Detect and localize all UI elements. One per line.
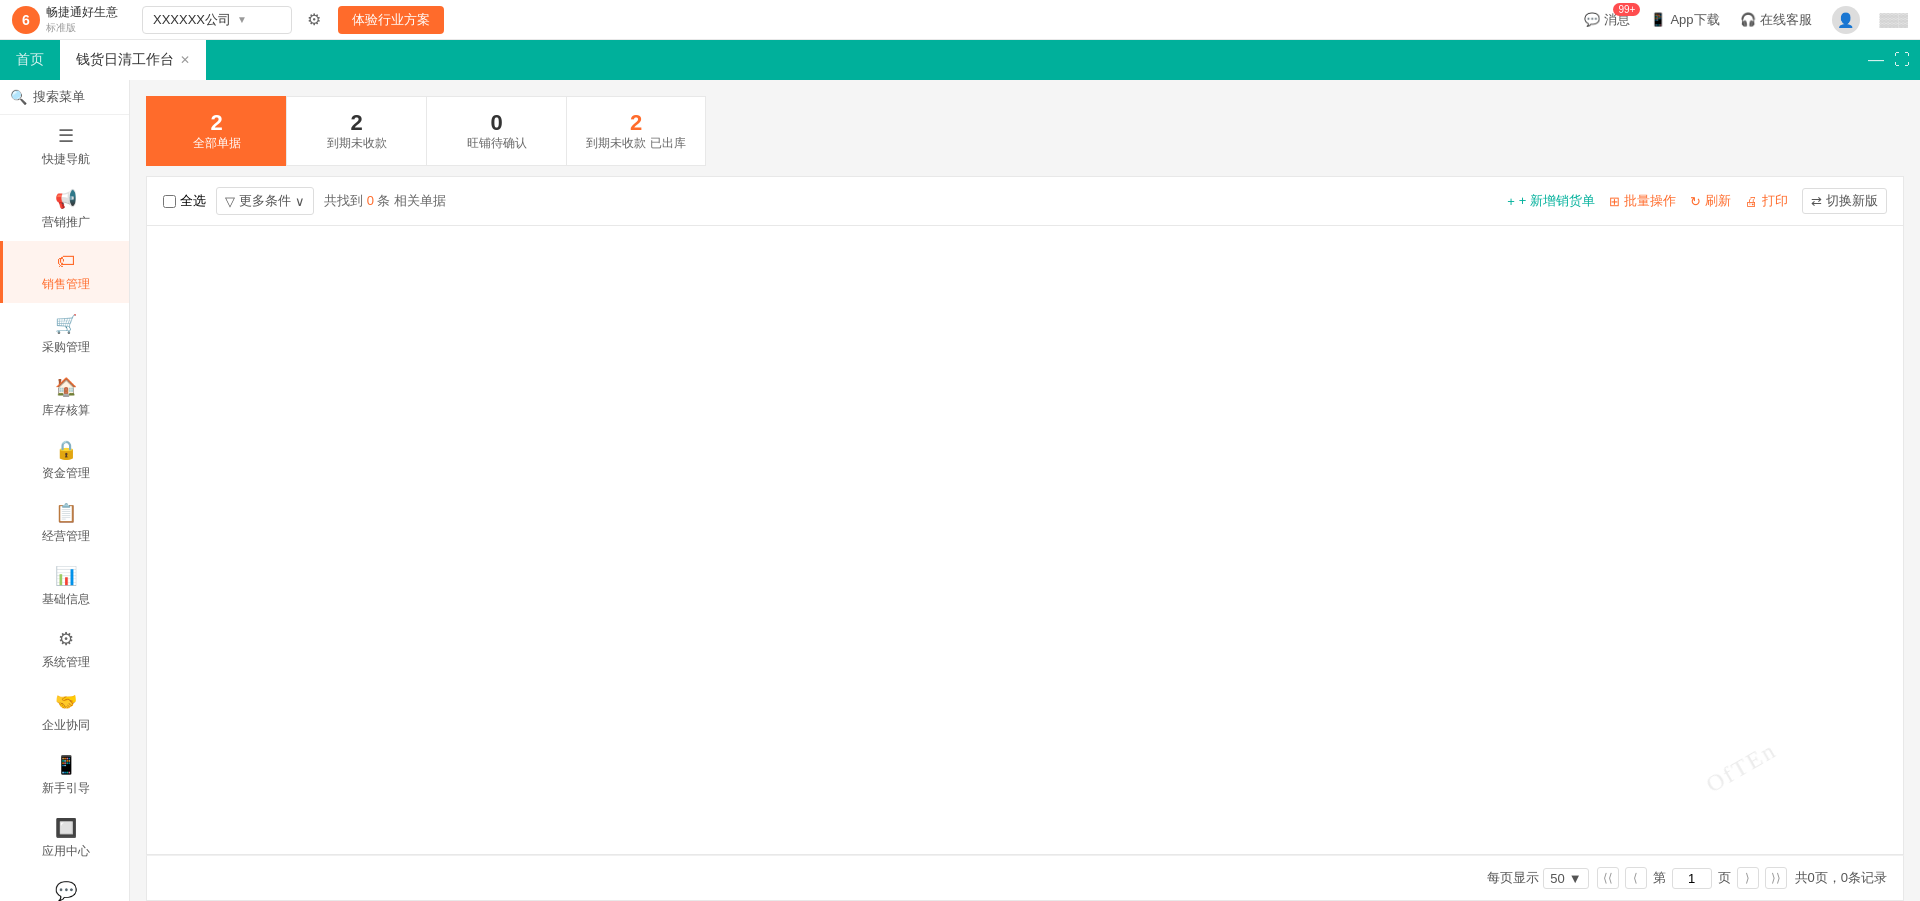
new-order-button[interactable]: + + 新增销货单	[1507, 192, 1595, 210]
avatar[interactable]: 👤	[1832, 6, 1860, 34]
base-icon: 📊	[55, 565, 77, 587]
user-icon: 👤	[1837, 12, 1854, 28]
sidebar: 🔍 搜索菜单 ☰ 快捷导航 📢 营销推广 🏷 销售管理 🛒 采购管理 🏠 库存核…	[0, 80, 130, 901]
refresh-icon: ↻	[1690, 194, 1701, 209]
page-size-dropdown[interactable]: 50 ▼	[1543, 868, 1588, 889]
next-page-button[interactable]: ⟩	[1737, 867, 1759, 889]
batch-operation-button[interactable]: ⊞ 批量操作	[1609, 192, 1676, 210]
logo-text: 畅捷通好生意 标准版	[46, 5, 118, 34]
select-all-checkbox[interactable]: 全选	[163, 192, 206, 210]
card-all-orders[interactable]: 2 全部单据	[146, 96, 286, 166]
company-selector[interactable]: XXXXXX公司 ▼	[142, 6, 292, 34]
messages-button[interactable]: 💬 消息 99+	[1584, 11, 1630, 29]
found-text: 共找到 0 条 相关单据	[324, 192, 446, 210]
top-header: 6 畅捷通好生意 标准版 XXXXXX公司 ▼ ⚙ 体验行业方案 💬 消息 99…	[0, 0, 1920, 40]
plus-icon: +	[1507, 194, 1515, 209]
tab-home[interactable]: 首页	[0, 40, 60, 80]
page-number-input[interactable]	[1672, 868, 1712, 889]
sales-icon: 🏷	[57, 251, 75, 272]
marketing-icon: 📢	[55, 188, 77, 210]
card-overdue-payment[interactable]: 2 到期未收款	[286, 96, 426, 166]
sidebar-item-wechat[interactable]: 💬 企业微信	[0, 870, 129, 901]
first-page-button[interactable]: ⟨⟨	[1597, 867, 1619, 889]
sidebar-item-operations[interactable]: 📋 经营管理	[0, 492, 129, 555]
card-overdue-shipped[interactable]: 2 到期未收款 已出库	[566, 96, 706, 166]
sidebar-item-marketing[interactable]: 📢 营销推广	[0, 178, 129, 241]
sidebar-item-base[interactable]: 📊 基础信息	[0, 555, 129, 618]
page-size-arrow-icon: ▼	[1569, 871, 1582, 886]
inventory-icon: 🏠	[55, 376, 77, 398]
try-industry-button[interactable]: 体验行业方案	[338, 6, 444, 34]
logo-area: 6 畅捷通好生意 标准版	[12, 5, 142, 34]
main-layout: 🔍 搜索菜单 ☰ 快捷导航 📢 营销推广 🏷 销售管理 🛒 采购管理 🏠 库存核…	[0, 80, 1920, 901]
page-size-selector: 每页显示 50 ▼	[1487, 868, 1588, 889]
sidebar-item-purchase[interactable]: 🛒 采购管理	[0, 303, 129, 366]
maximize-icon[interactable]: ⛶	[1894, 51, 1910, 69]
batch-icon: ⊞	[1609, 194, 1620, 209]
sidebar-item-inventory[interactable]: 🏠 库存核算	[0, 366, 129, 429]
sidebar-item-guide[interactable]: 📱 新手引导	[0, 744, 129, 807]
sidebar-item-system[interactable]: ⚙ 系统管理	[0, 618, 129, 681]
select-all-input[interactable]	[163, 195, 176, 208]
cooperation-icon: 🤝	[55, 691, 77, 713]
settings-button[interactable]: ⚙	[300, 6, 328, 34]
sidebar-item-cooperation[interactable]: 🤝 企业协同	[0, 681, 129, 744]
prev-page-button[interactable]: ⟨	[1625, 867, 1647, 889]
summary-cards: 2 全部单据 2 到期未收款 0 旺铺待确认 2 到期未收款 已出库	[130, 80, 1920, 166]
apps-icon: 🔲	[55, 817, 77, 839]
toolbar: 全选 ▽ 更多条件 ∨ 共找到 0 条 相关单据 + + 新增销货单	[146, 176, 1904, 226]
card-pending-confirm[interactable]: 0 旺铺待确认	[426, 96, 566, 166]
operations-icon: 📋	[55, 502, 77, 524]
search-icon: 🔍	[10, 89, 27, 105]
sidebar-item-apps[interactable]: 🔲 应用中心	[0, 807, 129, 870]
close-tab-icon[interactable]: ✕	[180, 53, 190, 67]
sidebar-item-quick-nav[interactable]: ☰ 快捷导航	[0, 115, 129, 178]
total-records-text: 共0页，0条记录	[1795, 869, 1887, 887]
filter-icon: ▽	[225, 194, 235, 209]
messages-badge: 99+	[1613, 3, 1640, 16]
wechat-icon: 💬	[55, 880, 77, 901]
print-button[interactable]: 🖨 打印	[1745, 192, 1788, 210]
app-download-button[interactable]: 📱 App下载	[1650, 11, 1719, 29]
sidebar-item-sales[interactable]: 🏷 销售管理	[0, 241, 129, 303]
tab-bar-actions: — ⛶	[1868, 51, 1920, 69]
filter-button[interactable]: ▽ 更多条件 ∨	[216, 187, 314, 215]
refresh-button[interactable]: ↻ 刷新	[1690, 192, 1731, 210]
minimize-icon[interactable]: —	[1868, 51, 1884, 69]
guide-icon: 📱	[55, 754, 77, 776]
username-display: ▓▓▓	[1880, 12, 1908, 27]
print-icon: 🖨	[1745, 194, 1758, 209]
toolbar-right: + + 新增销货单 ⊞ 批量操作 ↻ 刷新 🖨 打印 ⇄ 切换新版	[1507, 188, 1887, 214]
system-icon: ⚙	[58, 628, 74, 650]
dropdown-arrow-icon: ▼	[237, 14, 247, 25]
sidebar-item-finance[interactable]: 🔒 资金管理	[0, 429, 129, 492]
online-service-button[interactable]: 🎧 在线客服	[1740, 11, 1812, 29]
tab-daily-work[interactable]: 钱货日清工作台 ✕	[60, 40, 206, 80]
sidebar-search[interactable]: 🔍 搜索菜单	[0, 80, 129, 115]
last-page-button[interactable]: ⟩⟩	[1765, 867, 1787, 889]
download-icon: 📱	[1650, 12, 1666, 27]
message-icon: 💬	[1584, 12, 1600, 27]
finance-icon: 🔒	[55, 439, 77, 461]
switch-version-button[interactable]: ⇄ 切换新版	[1802, 188, 1887, 214]
header-right: 💬 消息 99+ 📱 App下载 🎧 在线客服 👤 ▓▓▓	[1584, 6, 1908, 34]
pagination: 每页显示 50 ▼ ⟨⟨ ⟨ 第 页 ⟩ ⟩⟩ 共0页，0条记录	[146, 855, 1904, 901]
switch-icon: ⇄	[1811, 194, 1822, 209]
toolbar-left: 全选 ▽ 更多条件 ∨ 共找到 0 条 相关单据	[163, 187, 446, 215]
data-table	[146, 226, 1904, 855]
tab-bar: 首页 钱货日清工作台 ✕ — ⛶	[0, 40, 1920, 80]
filter-arrow-icon: ∨	[295, 194, 305, 209]
service-icon: 🎧	[1740, 12, 1756, 27]
quick-nav-icon: ☰	[58, 125, 74, 147]
page-navigation: ⟨⟨ ⟨ 第 页 ⟩ ⟩⟩	[1597, 867, 1787, 889]
purchase-icon: 🛒	[55, 313, 77, 335]
content-area: 2 全部单据 2 到期未收款 0 旺铺待确认 2 到期未收款 已出库 全选	[130, 80, 1920, 901]
logo-icon: 6	[12, 6, 40, 34]
